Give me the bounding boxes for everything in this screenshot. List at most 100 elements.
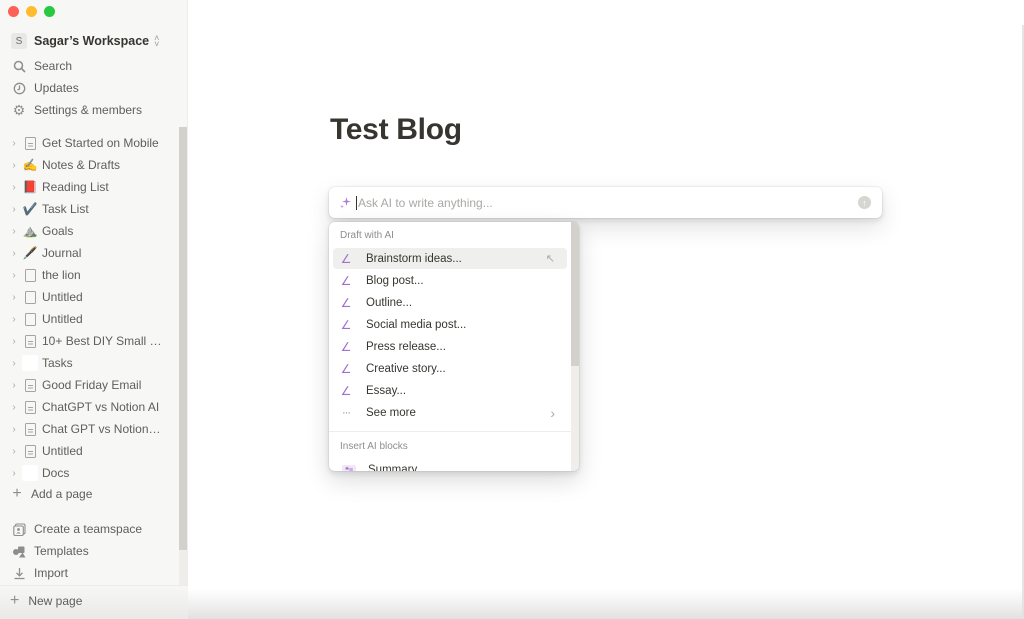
- text-cursor: [356, 195, 357, 210]
- menu-item-social-media-post[interactable]: ∠ Social media post...: [333, 314, 567, 335]
- chevron-right-icon[interactable]: ›: [8, 424, 20, 435]
- sidebar-item-updates[interactable]: Updates: [12, 78, 79, 98]
- add-page-button[interactable]: + Add a page: [10, 484, 92, 504]
- sidebar-page-item[interactable]: › ✍️ Notes & Drafts: [8, 155, 176, 175]
- sidebar-footer: + New page: [0, 585, 188, 619]
- plus-icon: +: [12, 485, 22, 502]
- sidebar-item-label: Updates: [34, 81, 79, 95]
- chevron-right-icon[interactable]: ›: [8, 204, 20, 215]
- sidebar-item-label: Import: [34, 566, 69, 580]
- document-icon: [22, 421, 38, 437]
- menu-item-press-release[interactable]: ∠ Press release...: [333, 336, 567, 357]
- summary-block-icon: ❝≡: [342, 464, 356, 471]
- menu-item-essay[interactable]: ∠ Essay...: [333, 380, 567, 401]
- sidebar-page-item[interactable]: › Get Started on Mobile: [8, 133, 176, 153]
- sidebar-item-label: Templates: [34, 544, 89, 558]
- minimize-window-button[interactable]: [26, 6, 37, 17]
- chevron-right-icon[interactable]: ›: [8, 358, 20, 369]
- sidebar-page-item[interactable]: › 10+ Best DIY Small La...: [8, 331, 176, 351]
- menu-item-creative-story[interactable]: ∠ Creative story...: [333, 358, 567, 379]
- document-icon: [22, 399, 38, 415]
- sidebar-item-label: Create a teamspace: [34, 522, 143, 536]
- pen-angle-icon: ∠: [340, 251, 352, 266]
- maximize-window-button[interactable]: [44, 6, 55, 17]
- document-icon: [22, 443, 38, 459]
- sidebar-page-item[interactable]: › ✔️ Task List: [8, 199, 176, 219]
- menu-item-blog-post[interactable]: ∠ Blog post...: [333, 270, 567, 291]
- sidebar-page-item[interactable]: › ChatGPT vs Notion AI: [8, 397, 176, 417]
- workspace-avatar: S: [11, 33, 27, 49]
- mountain-icon: ⛰️: [22, 224, 38, 238]
- document-icon: [22, 377, 38, 393]
- teamspace-icon: [12, 522, 26, 536]
- chevron-right-icon[interactable]: ›: [8, 336, 20, 347]
- workspace-switcher[interactable]: S Sagar’s Workspace ˄ ˅: [11, 31, 159, 51]
- sidebar-item-create-teamspace[interactable]: Create a teamspace: [12, 519, 142, 539]
- sidebar-page-item[interactable]: › Good Friday Email: [8, 375, 176, 395]
- new-page-button[interactable]: + New page: [10, 592, 82, 609]
- menu-scrollbar-thumb[interactable]: [571, 222, 579, 366]
- templates-icon: [12, 544, 26, 558]
- pen-angle-icon: ∠: [340, 361, 352, 376]
- sidebar: S Sagar’s Workspace ˄ ˅ Search Updates ⚙ …: [0, 0, 188, 619]
- sidebar-page-item[interactable]: › Untitled: [8, 287, 176, 307]
- sidebar-page-item[interactable]: › ⛰️ Goals: [8, 221, 176, 241]
- sidebar-page-item[interactable]: › Untitled: [8, 441, 176, 461]
- sidebar-page-item[interactable]: › Untitled: [8, 309, 176, 329]
- sidebar-page-item[interactable]: › 📕 Reading List: [8, 177, 176, 197]
- chevron-right-icon[interactable]: ›: [8, 138, 20, 149]
- sidebar-page-item[interactable]: › Docs: [8, 463, 176, 483]
- chevron-right-icon[interactable]: ›: [8, 248, 20, 259]
- menu-scrollbar-track[interactable]: [571, 366, 579, 471]
- chevron-right-icon[interactable]: ›: [8, 292, 20, 303]
- chevron-right-icon[interactable]: ›: [8, 182, 20, 193]
- sidebar-page-item[interactable]: › the lion: [8, 265, 176, 285]
- pen-angle-icon: ∠: [340, 273, 352, 288]
- menu-item-outline[interactable]: ∠ Outline...: [333, 292, 567, 313]
- chevron-right-icon[interactable]: ›: [8, 402, 20, 413]
- gear-icon: ⚙: [12, 101, 26, 118]
- sidebar-item-search[interactable]: Search: [12, 56, 72, 76]
- document-icon: [22, 135, 38, 151]
- sidebar-item-templates[interactable]: Templates: [12, 541, 89, 561]
- ai-prompt-input[interactable]: [358, 195, 838, 210]
- bottom-shadow: [188, 589, 1024, 619]
- document-icon: [22, 289, 38, 305]
- import-icon: [12, 566, 26, 580]
- plus-icon: +: [10, 592, 20, 609]
- page-title[interactable]: Test Blog: [330, 113, 462, 147]
- book-icon: 📕: [22, 180, 38, 194]
- arrow-up-left-icon: ↖: [545, 253, 555, 265]
- page-content: [188, 0, 1024, 619]
- chevron-right-icon: ›: [550, 404, 555, 421]
- sidebar-page-item[interactable]: › 🖋️ Journal: [8, 243, 176, 263]
- search-icon: [12, 59, 26, 73]
- document-icon: [22, 311, 38, 327]
- sidebar-page-item[interactable]: › Tasks: [8, 353, 176, 373]
- chevron-right-icon[interactable]: ›: [8, 270, 20, 281]
- more-dots-icon: ···: [342, 406, 351, 419]
- ai-suggestions-menu: Draft with AI ∠ Brainstorm ideas... ↖ ∠ …: [329, 222, 579, 471]
- menu-item-summary[interactable]: ❝≡ Summary: [333, 459, 567, 471]
- sidebar-scrollbar-track[interactable]: [179, 550, 187, 585]
- writing-hand-icon: ✍️: [22, 158, 38, 172]
- workspace-name: Sagar’s Workspace: [34, 34, 150, 48]
- send-arrow-up-icon[interactable]: ↑: [858, 196, 871, 209]
- sidebar-item-import[interactable]: Import: [12, 563, 68, 583]
- chevron-right-icon[interactable]: ›: [8, 314, 20, 325]
- sidebar-item-settings[interactable]: ⚙ Settings & members: [12, 100, 142, 120]
- menu-item-brainstorm[interactable]: ∠ Brainstorm ideas... ↖: [333, 248, 567, 269]
- ai-prompt-bar[interactable]: ↑: [329, 187, 882, 218]
- sidebar-item-label: Settings & members: [34, 103, 143, 117]
- sidebar-scrollbar-thumb[interactable]: [179, 127, 187, 550]
- close-window-button[interactable]: [8, 6, 19, 17]
- sidebar-page-item[interactable]: › Chat GPT vs NotionAI ...: [8, 419, 176, 439]
- chevron-right-icon[interactable]: ›: [8, 160, 20, 171]
- document-icon: [22, 267, 38, 283]
- pen-angle-icon: ∠: [340, 339, 352, 354]
- chevron-right-icon[interactable]: ›: [8, 226, 20, 237]
- menu-item-see-more[interactable]: ··· See more ›: [333, 402, 567, 423]
- chevron-right-icon[interactable]: ›: [8, 446, 20, 457]
- chevron-right-icon[interactable]: ›: [8, 380, 20, 391]
- chevron-right-icon[interactable]: ›: [8, 468, 20, 479]
